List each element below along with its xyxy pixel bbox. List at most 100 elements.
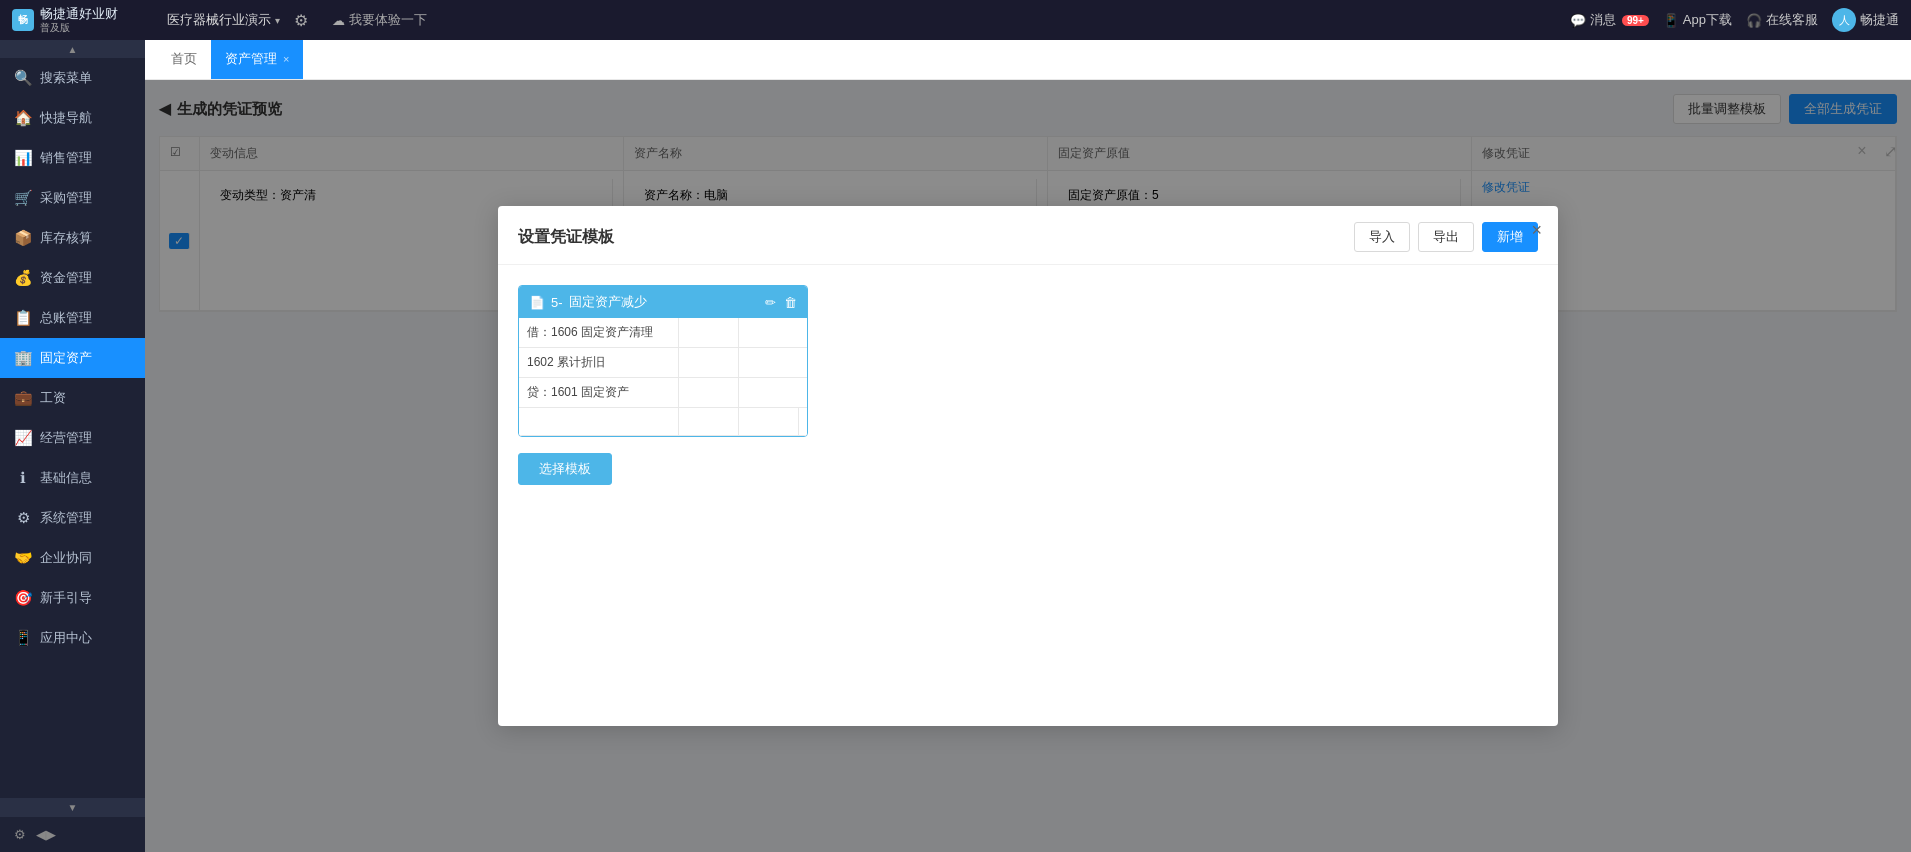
sidebar-item-label: 新手引导 [40, 589, 92, 607]
search-icon: 🔍 [14, 69, 32, 87]
content-area: 首页 资产管理 × ◀ 生成的凭证预览 批量调整模板 全部生成凭证 [145, 40, 1911, 852]
tab-home[interactable]: 首页 [157, 40, 211, 79]
sidebar-item-inventory[interactable]: 📦 库存核算 [0, 218, 145, 258]
sidebar-item-label: 资金管理 [40, 269, 92, 287]
logo-main-text: 畅捷通好业财 [40, 6, 118, 22]
account-col-2: 贷：1601 固定资产 [519, 378, 679, 407]
template-card-actions: ✏ 🗑 [765, 295, 797, 310]
import-button[interactable]: 导入 [1354, 222, 1410, 252]
close-window-button[interactable]: × [1851, 140, 1873, 162]
user-name: 畅捷通 [1860, 11, 1899, 29]
experience-button[interactable]: ☁ 我要体验一下 [332, 11, 427, 29]
debit-col-1 [679, 348, 739, 377]
app-download-button[interactable]: 📱 App下载 [1663, 11, 1732, 29]
messages-badge: 99+ [1622, 15, 1649, 26]
logo-sub-text: 普及版 [40, 22, 118, 34]
sidebar-item-label: 固定资产 [40, 349, 92, 367]
template-card-body: 借：1606 固定资产清理 1602 累计折旧 [519, 318, 807, 436]
sidebar-item-basic-info[interactable]: ℹ 基础信息 [0, 458, 145, 498]
credit-col-0 [739, 318, 799, 347]
company-name: 医疗器械行业演示 [167, 11, 271, 29]
expand-window-button[interactable]: ⤢ [1879, 140, 1901, 162]
template-select-container: 选择模板 [518, 453, 1538, 485]
online-service-button[interactable]: 🎧 在线客服 [1746, 11, 1818, 29]
template-card-header: 📄 5- 固定资产减少 ✏ 🗑 [519, 286, 807, 318]
page-content: ◀ 生成的凭证预览 批量调整模板 全部生成凭证 ☑ 变动信息 资产名称 固定资产… [145, 80, 1911, 852]
company-selector[interactable]: 医疗器械行业演示 ▾ [167, 11, 280, 29]
operations-icon: 📈 [14, 429, 32, 447]
sidebar-item-quick-nav[interactable]: 🏠 快捷导航 [0, 98, 145, 138]
scroll-up-button[interactable]: ▲ [0, 40, 145, 58]
app-center-icon: 📱 [14, 629, 32, 647]
debit-col-2 [679, 378, 739, 407]
modal-header-actions: 导入 导出 新增 [1354, 222, 1538, 252]
chevron-down-icon: ▼ [68, 802, 78, 813]
export-button[interactable]: 导出 [1418, 222, 1474, 252]
home-icon: 🏠 [14, 109, 32, 127]
template-row: 借：1606 固定资产清理 [519, 318, 807, 348]
top-bar-right: 💬 消息 99+ 📱 App下载 🎧 在线客服 人 畅捷通 [1570, 8, 1899, 32]
user-avatar: 人 [1832, 8, 1856, 32]
experience-label: 我要体验一下 [349, 11, 427, 29]
app-logo: 畅 畅捷通好业财 普及版 [12, 6, 157, 34]
sidebar-bottom: ⚙ ◀▶ [0, 816, 145, 852]
credit-col-2 [739, 378, 799, 407]
select-template-button[interactable]: 选择模板 [518, 453, 612, 485]
fixed-assets-icon: 🏢 [14, 349, 32, 367]
modal-header: 设置凭证模板 导入 导出 新增 × [498, 206, 1558, 265]
sidebar-item-ledger[interactable]: 📋 总账管理 [0, 298, 145, 338]
sidebar-scroll: 🔍 搜索菜单 🏠 快捷导航 📊 销售管理 🛒 采购管理 📦 库存核 [0, 58, 145, 798]
message-icon: 💬 [1570, 13, 1586, 28]
sidebar-item-sales[interactable]: 📊 销售管理 [0, 138, 145, 178]
enterprise-icon: 🤝 [14, 549, 32, 567]
sidebar-item-capital[interactable]: 💰 资金管理 [0, 258, 145, 298]
settings-icon[interactable]: ⚙ [294, 11, 308, 30]
sidebar-item-label: 搜索菜单 [40, 69, 92, 87]
system-icon: ⚙ [14, 509, 32, 527]
sidebar: ▲ 🔍 搜索菜单 🏠 快捷导航 📊 销售管理 🛒 采购管理 [0, 40, 145, 852]
sidebar-item-fixed-assets[interactable]: 🏢 固定资产 [0, 338, 145, 378]
sidebar-collapse-icon[interactable]: ◀▶ [36, 827, 56, 842]
sidebar-item-purchase[interactable]: 🛒 采购管理 [0, 178, 145, 218]
tab-asset-mgmt[interactable]: 资产管理 × [211, 40, 303, 79]
payroll-icon: 💼 [14, 389, 32, 407]
account-col-0: 借：1606 固定资产清理 [519, 318, 679, 347]
scroll-down-button[interactable]: ▼ [0, 798, 145, 816]
template-card: 📄 5- 固定资产减少 ✏ 🗑 [518, 285, 808, 437]
debit-col-0 [679, 318, 739, 347]
headset-icon: 🎧 [1746, 13, 1762, 28]
sidebar-item-label: 销售管理 [40, 149, 92, 167]
template-doc-icon: 📄 [529, 295, 545, 310]
info-icon: ℹ [14, 469, 32, 487]
chevron-down-icon: ▾ [275, 15, 280, 26]
sidebar-gear-icon[interactable]: ⚙ [14, 827, 26, 842]
modal-close-button[interactable]: × [1531, 220, 1542, 241]
main-area: ▲ 🔍 搜索菜单 🏠 快捷导航 📊 销售管理 🛒 采购管理 [0, 40, 1911, 852]
sidebar-item-label: 库存核算 [40, 229, 92, 247]
messages-button[interactable]: 💬 消息 99+ [1570, 11, 1649, 29]
template-id: 5- [551, 295, 563, 310]
edit-template-icon[interactable]: ✏ [765, 295, 776, 310]
sidebar-item-enterprise[interactable]: 🤝 企业协同 [0, 538, 145, 578]
sidebar-item-operations[interactable]: 📈 经营管理 [0, 418, 145, 458]
sidebar-item-label: 应用中心 [40, 629, 92, 647]
sidebar-item-search[interactable]: 🔍 搜索菜单 [0, 58, 145, 98]
window-controls: × ⤢ [1851, 140, 1901, 162]
sidebar-item-label: 采购管理 [40, 189, 92, 207]
sidebar-item-payroll[interactable]: 💼 工资 [0, 378, 145, 418]
delete-template-icon[interactable]: 🗑 [784, 295, 797, 310]
tab-close-icon[interactable]: × [283, 53, 289, 65]
new-template-button[interactable]: 新增 [1482, 222, 1538, 252]
download-icon: 📱 [1663, 13, 1679, 28]
sidebar-item-app-center[interactable]: 📱 应用中心 [0, 618, 145, 658]
user-profile[interactable]: 人 畅捷通 [1832, 8, 1899, 32]
sidebar-item-guide[interactable]: 🎯 新手引导 [0, 578, 145, 618]
sales-icon: 📊 [14, 149, 32, 167]
sidebar-item-label: 基础信息 [40, 469, 92, 487]
cloud-icon: ☁ [332, 13, 345, 28]
sidebar-item-system[interactable]: ⚙ 系统管理 [0, 498, 145, 538]
credit-col-1 [739, 348, 799, 377]
template-row-empty [519, 408, 807, 436]
modal-dialog: 设置凭证模板 导入 导出 新增 × [498, 206, 1558, 726]
chevron-up-icon: ▲ [68, 44, 78, 55]
